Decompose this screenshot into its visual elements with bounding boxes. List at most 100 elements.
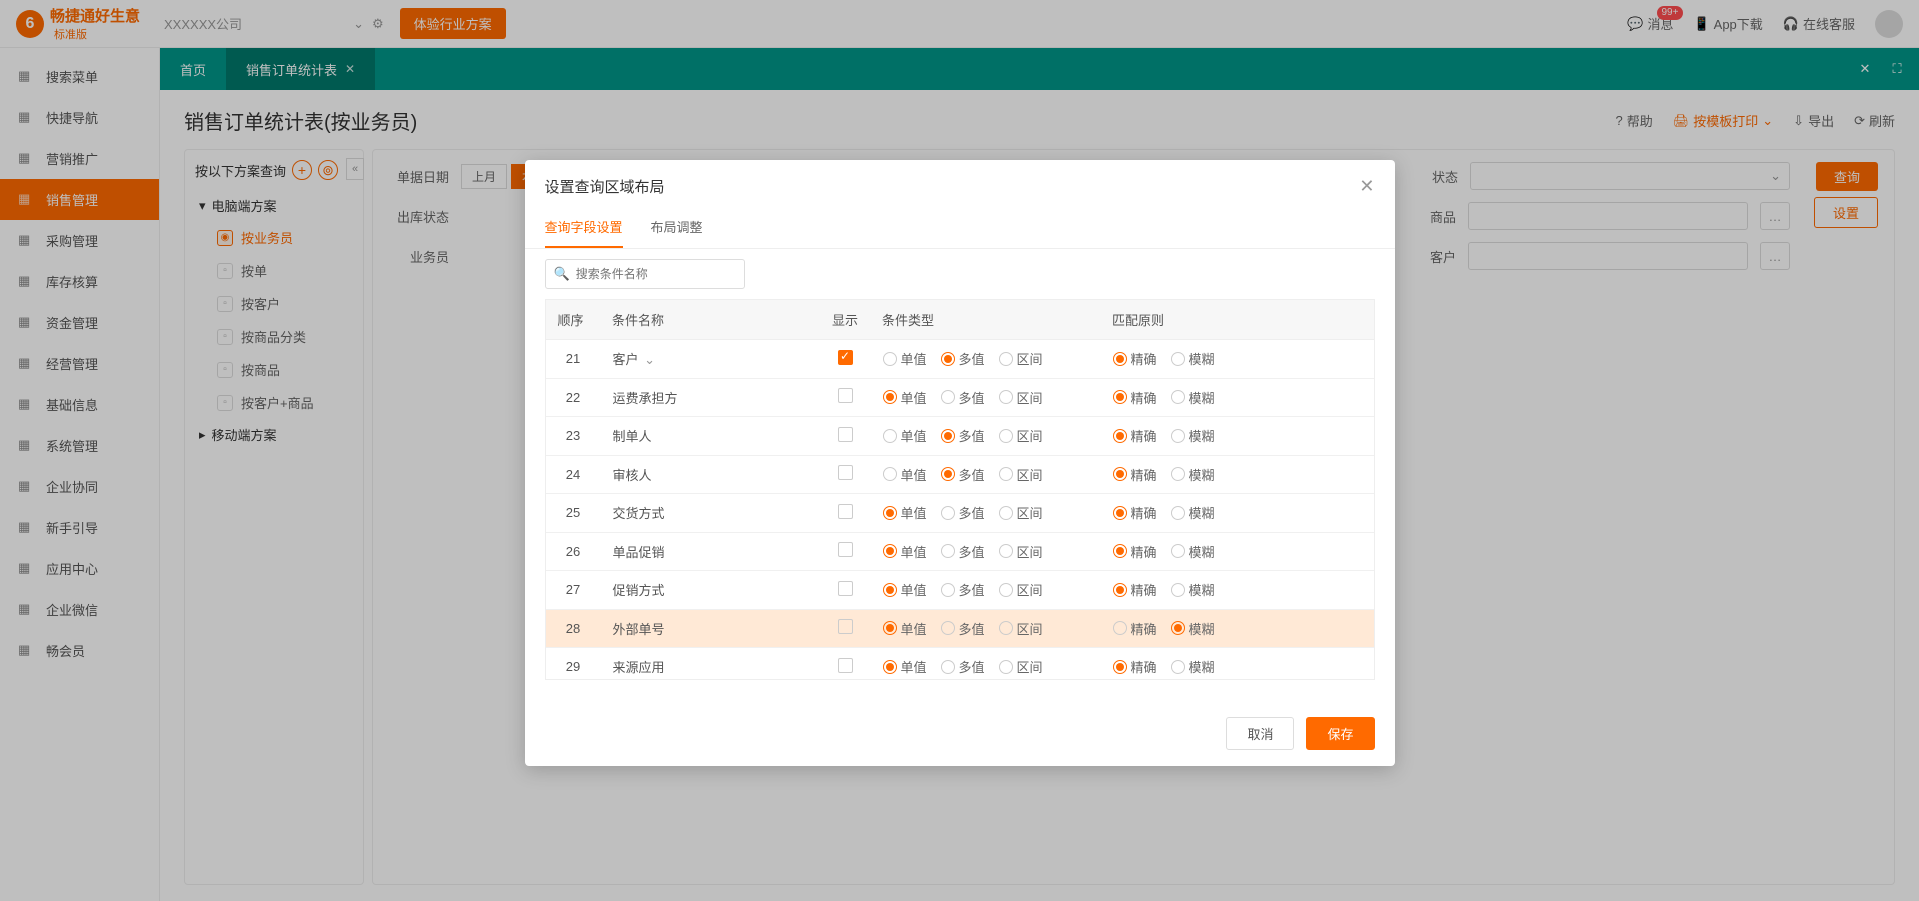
td-match: 精确模糊 xyxy=(1101,417,1374,456)
radio-single[interactable]: 单值 xyxy=(883,503,927,522)
radio-icon xyxy=(883,583,897,597)
show-checkbox[interactable] xyxy=(838,619,853,634)
settings-table-scroll[interactable]: 21客户 ⌄单值多值区间精确模糊22运费承担方单值多值区间精确模糊23制单人单值… xyxy=(545,340,1375,680)
show-checkbox[interactable] xyxy=(838,542,853,557)
show-checkbox[interactable] xyxy=(838,581,853,596)
td-seq: 22 xyxy=(546,378,601,417)
td-match: 精确模糊 xyxy=(1101,571,1374,610)
radio-icon xyxy=(999,506,1013,520)
radio-range[interactable]: 区间 xyxy=(999,388,1043,407)
radio-icon xyxy=(999,660,1013,674)
radio-single[interactable]: 单值 xyxy=(883,465,927,484)
radio-icon xyxy=(999,352,1013,366)
td-name: 来源应用 xyxy=(601,648,821,681)
radio-icon xyxy=(941,621,955,635)
radio-range[interactable]: 区间 xyxy=(999,657,1043,676)
show-checkbox[interactable] xyxy=(838,388,853,403)
td-show xyxy=(821,609,871,648)
radio-range[interactable]: 区间 xyxy=(999,503,1043,522)
table-row: 23制单人单值多值区间精确模糊 xyxy=(546,417,1374,456)
radio-fuzzy[interactable]: 模糊 xyxy=(1171,503,1215,522)
radio-range[interactable]: 区间 xyxy=(999,580,1043,599)
radio-fuzzy[interactable]: 模糊 xyxy=(1171,388,1215,407)
radio-fuzzy[interactable]: 模糊 xyxy=(1171,349,1215,368)
radio-single[interactable]: 单值 xyxy=(883,619,927,638)
radio-fuzzy[interactable]: 模糊 xyxy=(1171,657,1215,676)
show-checkbox[interactable] xyxy=(838,658,853,673)
radio-single[interactable]: 单值 xyxy=(883,349,927,368)
radio-exact[interactable]: 精确 xyxy=(1113,657,1157,676)
condition-search-input[interactable] xyxy=(576,267,736,281)
radio-exact[interactable]: 精确 xyxy=(1113,426,1157,445)
td-show xyxy=(821,455,871,494)
td-seq: 23 xyxy=(546,417,601,456)
radio-single[interactable]: 单值 xyxy=(883,542,927,561)
th-type: 条件类型 xyxy=(870,300,1100,340)
radio-icon xyxy=(941,429,955,443)
show-checkbox[interactable] xyxy=(838,350,853,365)
radio-range[interactable]: 区间 xyxy=(999,542,1043,561)
radio-icon xyxy=(941,352,955,366)
radio-multi[interactable]: 多值 xyxy=(941,349,985,368)
th-name: 条件名称 xyxy=(600,300,820,340)
modal-overlay: 设置查询区域布局 ✕ 查询字段设置 布局调整 🔍 顺序 条件名称 显示 xyxy=(0,0,1919,901)
show-checkbox[interactable] xyxy=(838,465,853,480)
radio-range[interactable]: 区间 xyxy=(999,426,1043,445)
cancel-button[interactable]: 取消 xyxy=(1226,717,1294,750)
radio-multi[interactable]: 多值 xyxy=(941,503,985,522)
radio-icon xyxy=(883,467,897,481)
td-match: 精确模糊 xyxy=(1101,378,1374,417)
radio-multi[interactable]: 多值 xyxy=(941,542,985,561)
table-row: 29来源应用单值多值区间精确模糊 xyxy=(546,648,1374,681)
save-button[interactable]: 保存 xyxy=(1306,717,1374,750)
td-type: 单值多值区间 xyxy=(871,378,1101,417)
td-type: 单值多值区间 xyxy=(871,532,1101,571)
radio-exact[interactable]: 精确 xyxy=(1113,388,1157,407)
radio-single[interactable]: 单值 xyxy=(883,580,927,599)
radio-range[interactable]: 区间 xyxy=(999,619,1043,638)
radio-fuzzy[interactable]: 模糊 xyxy=(1171,619,1215,638)
radio-single[interactable]: 单值 xyxy=(883,388,927,407)
tab-layout-adjust[interactable]: 布局调整 xyxy=(651,207,703,248)
radio-icon xyxy=(999,621,1013,635)
td-type: 单值多值区间 xyxy=(871,417,1101,456)
radio-icon xyxy=(1171,660,1185,674)
radio-multi[interactable]: 多值 xyxy=(941,426,985,445)
radio-fuzzy[interactable]: 模糊 xyxy=(1171,426,1215,445)
radio-exact[interactable]: 精确 xyxy=(1113,503,1157,522)
show-checkbox[interactable] xyxy=(838,504,853,519)
close-icon[interactable]: ✕ xyxy=(1359,176,1374,197)
radio-icon xyxy=(999,467,1013,481)
table-row: 28外部单号单值多值区间精确模糊 xyxy=(546,609,1374,648)
radio-range[interactable]: 区间 xyxy=(999,349,1043,368)
radio-single[interactable]: 单值 xyxy=(883,426,927,445)
radio-icon xyxy=(1113,621,1127,635)
radio-exact[interactable]: 精确 xyxy=(1113,349,1157,368)
td-name: 审核人 xyxy=(601,455,821,494)
radio-multi[interactable]: 多值 xyxy=(941,657,985,676)
chevron-down-icon[interactable]: ⌄ xyxy=(641,352,656,367)
radio-multi[interactable]: 多值 xyxy=(941,465,985,484)
radio-icon xyxy=(1113,660,1127,674)
radio-exact[interactable]: 精确 xyxy=(1113,542,1157,561)
radio-exact[interactable]: 精确 xyxy=(1113,465,1157,484)
radio-icon xyxy=(883,506,897,520)
td-type: 单值多值区间 xyxy=(871,609,1101,648)
radio-exact[interactable]: 精确 xyxy=(1113,580,1157,599)
radio-fuzzy[interactable]: 模糊 xyxy=(1171,542,1215,561)
radio-icon xyxy=(1171,506,1185,520)
condition-search[interactable]: 🔍 xyxy=(545,259,745,289)
radio-fuzzy[interactable]: 模糊 xyxy=(1171,580,1215,599)
td-match: 精确模糊 xyxy=(1101,340,1374,378)
tab-field-settings[interactable]: 查询字段设置 xyxy=(545,207,623,248)
settings-table-body: 21客户 ⌄单值多值区间精确模糊22运费承担方单值多值区间精确模糊23制单人单值… xyxy=(546,340,1374,680)
radio-fuzzy[interactable]: 模糊 xyxy=(1171,465,1215,484)
radio-single[interactable]: 单值 xyxy=(883,657,927,676)
radio-multi[interactable]: 多值 xyxy=(941,388,985,407)
radio-icon xyxy=(1113,544,1127,558)
radio-exact[interactable]: 精确 xyxy=(1113,619,1157,638)
show-checkbox[interactable] xyxy=(838,427,853,442)
radio-multi[interactable]: 多值 xyxy=(941,580,985,599)
radio-multi[interactable]: 多值 xyxy=(941,619,985,638)
radio-range[interactable]: 区间 xyxy=(999,465,1043,484)
